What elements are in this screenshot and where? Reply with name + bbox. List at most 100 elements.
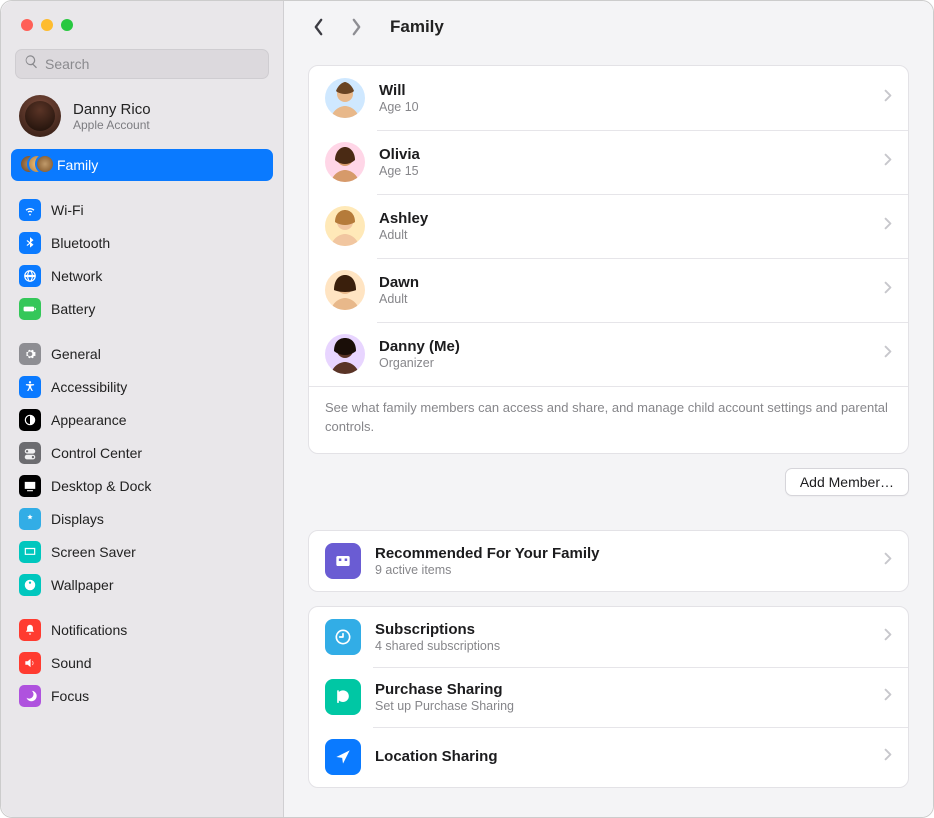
- sharing-card: Subscriptions 4 shared subscriptions Pur…: [308, 606, 909, 788]
- sidebar-item-label: Screen Saver: [51, 544, 136, 560]
- sidebar-item-label: Battery: [51, 301, 95, 317]
- accessibility-icon: [19, 376, 41, 398]
- search-icon: [24, 54, 45, 74]
- forward-button[interactable]: [344, 15, 368, 39]
- sidebar-item-accessibility[interactable]: Accessibility: [11, 371, 273, 403]
- sidebar-item-label: Accessibility: [51, 379, 127, 395]
- main-header: Family: [284, 1, 933, 53]
- back-button[interactable]: [306, 15, 330, 39]
- sidebar-item-displays[interactable]: Displays: [11, 503, 273, 535]
- network-icon: [19, 265, 41, 287]
- control-center-icon: [19, 442, 41, 464]
- purchase-sharing-row[interactable]: Purchase Sharing Set up Purchase Sharing: [309, 667, 908, 727]
- sidebar-item-label: Wi-Fi: [51, 202, 84, 218]
- section-subtitle: Set up Purchase Sharing: [375, 699, 870, 713]
- screen-saver-icon: [19, 541, 41, 563]
- sidebar-item-wifi[interactable]: Wi-Fi: [11, 194, 273, 226]
- chevron-right-icon: [884, 748, 892, 766]
- section-title: Recommended For Your Family: [375, 545, 870, 562]
- sidebar-item-screen-saver[interactable]: Screen Saver: [11, 536, 273, 568]
- main-pane: Family Will Age 10: [284, 1, 933, 817]
- member-role: Adult: [379, 292, 870, 306]
- sidebar-item-wallpaper[interactable]: Wallpaper: [11, 569, 273, 601]
- sidebar-item-general[interactable]: General: [11, 338, 273, 370]
- member-role: Age 10: [379, 100, 870, 114]
- section-title: Subscriptions: [375, 621, 870, 638]
- search-input[interactable]: [45, 56, 260, 72]
- minimize-button[interactable]: [41, 19, 53, 31]
- member-avatar: [325, 334, 365, 374]
- sidebar-item-label: Displays: [51, 511, 104, 527]
- sidebar: Danny Rico Apple Account Family Wi-Fi Bl…: [1, 1, 284, 817]
- sidebar-item-focus[interactable]: Focus: [11, 680, 273, 712]
- member-name: Will: [379, 82, 870, 99]
- subscriptions-row[interactable]: Subscriptions 4 shared subscriptions: [309, 607, 908, 667]
- members-footer-text: See what family members can access and s…: [309, 386, 908, 453]
- apple-account-row[interactable]: Danny Rico Apple Account: [1, 89, 283, 149]
- member-row[interactable]: Ashley Adult: [309, 194, 908, 258]
- focus-icon: [19, 685, 41, 707]
- member-row[interactable]: Olivia Age 15: [309, 130, 908, 194]
- member-role: Organizer: [379, 356, 870, 370]
- sidebar-item-label: General: [51, 346, 101, 362]
- search-field[interactable]: [15, 49, 269, 79]
- sidebar-item-battery[interactable]: Battery: [11, 293, 273, 325]
- sidebar-item-notifications[interactable]: Notifications: [11, 614, 273, 646]
- member-avatar: [325, 270, 365, 310]
- sidebar-item-bluetooth[interactable]: Bluetooth: [11, 227, 273, 259]
- settings-window: Danny Rico Apple Account Family Wi-Fi Bl…: [1, 1, 933, 817]
- sidebar-item-control-center[interactable]: Control Center: [11, 437, 273, 469]
- sidebar-item-network[interactable]: Network: [11, 260, 273, 292]
- desktop-dock-icon: [19, 475, 41, 497]
- member-name: Danny (Me): [379, 338, 870, 355]
- battery-icon: [19, 298, 41, 320]
- member-row[interactable]: Danny (Me) Organizer: [309, 322, 908, 386]
- sidebar-item-label: Family: [57, 157, 98, 173]
- section-subtitle: 4 shared subscriptions: [375, 639, 870, 653]
- notifications-icon: [19, 619, 41, 641]
- sidebar-item-label: Focus: [51, 688, 89, 704]
- content-scroll[interactable]: Will Age 10 Olivia Age 15: [284, 53, 933, 817]
- chevron-right-icon: [884, 628, 892, 646]
- member-name: Dawn: [379, 274, 870, 291]
- chevron-right-icon: [884, 281, 892, 299]
- close-button[interactable]: [21, 19, 33, 31]
- sound-icon: [19, 652, 41, 674]
- bluetooth-icon: [19, 232, 41, 254]
- member-avatar: [325, 142, 365, 182]
- chevron-right-icon: [884, 552, 892, 570]
- member-row[interactable]: Will Age 10: [309, 66, 908, 130]
- sidebar-item-desktop-dock[interactable]: Desktop & Dock: [11, 470, 273, 502]
- wifi-icon: [19, 199, 41, 221]
- subscriptions-icon: [325, 619, 361, 655]
- section-title: Purchase Sharing: [375, 681, 870, 698]
- add-member-button[interactable]: Add Member…: [785, 468, 909, 496]
- page-title: Family: [390, 17, 444, 37]
- sidebar-item-label: Wallpaper: [51, 577, 114, 593]
- chevron-right-icon: [884, 345, 892, 363]
- family-icon: [19, 154, 47, 176]
- member-role: Adult: [379, 228, 870, 242]
- window-controls: [1, 1, 283, 49]
- recommended-row[interactable]: Recommended For Your Family 9 active ite…: [309, 531, 908, 591]
- sidebar-item-label: Desktop & Dock: [51, 478, 151, 494]
- sidebar-item-label: Sound: [51, 655, 91, 671]
- location-sharing-row[interactable]: Location Sharing: [309, 727, 908, 787]
- gear-icon: [19, 343, 41, 365]
- sidebar-item-family[interactable]: Family: [11, 149, 273, 181]
- chevron-right-icon: [884, 153, 892, 171]
- account-subtitle: Apple Account: [73, 118, 151, 132]
- member-role: Age 15: [379, 164, 870, 178]
- maximize-button[interactable]: [61, 19, 73, 31]
- sidebar-item-label: Network: [51, 268, 102, 284]
- chevron-right-icon: [884, 89, 892, 107]
- sidebar-item-sound[interactable]: Sound: [11, 647, 273, 679]
- recommended-icon: [325, 543, 361, 579]
- member-name: Ashley: [379, 210, 870, 227]
- sidebar-item-label: Notifications: [51, 622, 127, 638]
- chevron-right-icon: [884, 688, 892, 706]
- member-avatar: [325, 78, 365, 118]
- sidebar-item-appearance[interactable]: Appearance: [11, 404, 273, 436]
- member-avatar: [325, 206, 365, 246]
- member-row[interactable]: Dawn Adult: [309, 258, 908, 322]
